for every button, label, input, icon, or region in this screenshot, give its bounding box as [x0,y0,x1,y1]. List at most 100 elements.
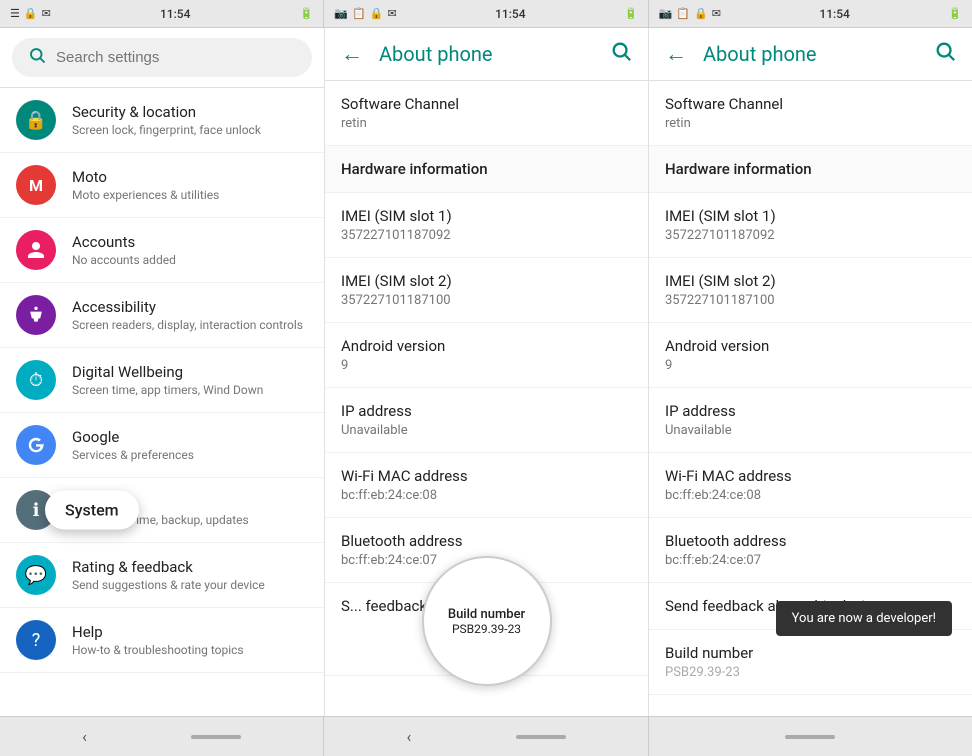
google-icon [16,425,56,465]
back-button-right[interactable]: ← [665,41,687,67]
accessibility-text: Accessibility Screen readers, display, i… [72,298,308,332]
settings-item-moto[interactable]: M Moto Moto experiences & utilities [0,153,324,218]
about-item-imei1-mid[interactable]: IMEI (SIM slot 1) 357227101187092 [325,193,648,258]
wifi-value-mid: bc:ff:eb:24:ce:08 [341,488,632,503]
about-item-imei2-right[interactable]: IMEI (SIM slot 2) 357227101187100 [649,258,972,323]
settings-item-security[interactable]: 🔒 Security & location Screen lock, finge… [0,88,324,153]
security-title: Security & location [72,103,308,121]
about-item-wifi-mid[interactable]: Wi-Fi MAC address bc:ff:eb:24:ce:08 [325,453,648,518]
nav-pill-right [785,735,835,739]
settings-list: 🔒 Security & location Screen lock, finge… [0,88,324,716]
about-item-build-right[interactable]: Build number PSB29.39-23 [649,630,972,695]
clip-icon-r: 📋 [676,7,690,20]
status-icons-right: 📷 📋 🔒 ✉ [659,7,721,20]
about-panel-right: ← About phone Software Channel retin Har… [649,28,972,716]
settings-item-digital-wellbeing[interactable]: ⏱ Digital Wellbeing Screen time, app tim… [0,348,324,413]
nav-back-mid[interactable]: ‹ [406,727,411,746]
digital-wellbeing-text: Digital Wellbeing Screen time, app timer… [72,363,308,397]
about-item-imei2-mid[interactable]: IMEI (SIM slot 2) 357227101187100 [325,258,648,323]
moto-icon: M [16,165,56,205]
rating-subtitle: Send suggestions & rate your device [72,578,308,592]
status-bar-mid: 📷 📋 🔒 ✉ 11:54 🔋 [324,7,647,21]
developer-toast: You are now a developer! [776,601,952,636]
search-input[interactable] [56,49,296,66]
hardware-info-header-right: Hardware information [649,146,972,193]
rating-title: Rating & feedback [72,558,308,576]
about-item-imei1-right[interactable]: IMEI (SIM slot 1) 357227101187092 [649,193,972,258]
settings-item-help[interactable]: ? Help How-to & troubleshooting topics [0,608,324,673]
moto-text: Moto Moto experiences & utilities [72,168,308,202]
build-value-right: PSB29.39-23 [665,665,956,680]
security-icon: 🔒 [16,100,56,140]
software-channel-title-right: Software Channel [665,95,956,113]
status-icons-left: ☰ 🔒 ✉ [10,7,51,20]
rating-icon: 💬 [16,555,56,595]
imei1-title-right: IMEI (SIM slot 1) [665,207,956,225]
help-subtitle: How-to & troubleshooting topics [72,643,308,657]
cam-icon-r: 📷 [659,7,673,20]
software-channel-subtitle-mid: retin [341,116,632,131]
accounts-title: Accounts [72,233,308,251]
search-bar [0,28,324,88]
msg-icon-r: ✉ [712,7,721,20]
time-mid: 11:54 [495,7,525,21]
google-text: Google Services & preferences [72,428,308,462]
moto-title: Moto [72,168,308,186]
about-item-android-mid[interactable]: Android version 9 [325,323,648,388]
settings-item-system[interactable]: ℹ System Languages, ime, backup, updates… [0,478,324,543]
about-item-software-channel-right[interactable]: Software Channel retin [649,81,972,146]
help-title: Help [72,623,308,641]
notif-icon: ☰ [10,7,20,20]
google-title: Google [72,428,308,446]
ip-title-mid: IP address [341,402,632,420]
imei2-value-mid: 357227101187100 [341,293,632,308]
msg-icon-mid: ✉ [387,7,396,20]
toast-message: You are now a developer! [792,611,936,626]
imei2-title-mid: IMEI (SIM slot 2) [341,272,632,290]
digital-wellbeing-icon: ⏱ [16,360,56,400]
status-bar-right: 📷 📋 🔒 ✉ 11:54 🔋 [649,7,972,21]
nav-back-left[interactable]: ‹ [82,727,87,746]
ip-value-mid: Unavailable [341,423,632,438]
about-item-android-right[interactable]: Android version 9 [649,323,972,388]
settings-item-accessibility[interactable]: Accessibility Screen readers, display, i… [0,283,324,348]
status-bar-left: ☰ 🔒 ✉ 11:54 🔋 [0,7,323,21]
about-panel-mid: ← About phone Software Channel retin Har… [325,28,649,716]
accessibility-icon [16,295,56,335]
about-item-software-channel-mid[interactable]: Software Channel retin [325,81,648,146]
bt-value-right: bc:ff:eb:24:ce:07 [665,553,956,568]
system-tooltip-label: System [65,501,119,520]
about-header-mid: ← About phone [325,28,648,81]
cam-icon: 📷 [334,7,348,20]
search-button-mid[interactable] [610,40,632,68]
settings-item-rating[interactable]: 💬 Rating & feedback Send suggestions & r… [0,543,324,608]
clip-icon: 📋 [352,7,366,20]
about-item-wifi-right[interactable]: Wi-Fi MAC address bc:ff:eb:24:ce:08 [649,453,972,518]
about-header-right: ← About phone [649,28,972,81]
imei2-value-right: 357227101187100 [665,293,956,308]
search-icon [28,46,46,69]
main-content: 🔒 Security & location Screen lock, finge… [0,28,972,716]
accounts-subtitle: No accounts added [72,253,308,267]
about-title-right: About phone [703,42,918,66]
about-item-ip-right[interactable]: IP address Unavailable [649,388,972,453]
about-item-ip-mid[interactable]: IP address Unavailable [325,388,648,453]
search-button-right[interactable] [934,40,956,68]
help-text: Help How-to & troubleshooting topics [72,623,308,657]
system-tooltip-bubble: System [45,491,139,530]
search-input-wrapper[interactable] [12,38,312,77]
accessibility-subtitle: Screen readers, display, interaction con… [72,318,308,332]
imei2-title-right: IMEI (SIM slot 2) [665,272,956,290]
lock-icon-mid: 🔒 [370,7,384,20]
nav-section-mid: ‹ [324,727,647,746]
settings-item-accounts[interactable]: Accounts No accounts added [0,218,324,283]
time-right: 11:54 [819,7,849,21]
nav-section-right [649,735,972,739]
back-button-mid[interactable]: ← [341,41,363,67]
settings-item-google[interactable]: Google Services & preferences [0,413,324,478]
ip-title-right: IP address [665,402,956,420]
digital-wellbeing-subtitle: Screen time, app timers, Wind Down [72,383,308,397]
about-item-bt-right[interactable]: Bluetooth address bc:ff:eb:24:ce:07 [649,518,972,583]
wifi-value-right: bc:ff:eb:24:ce:08 [665,488,956,503]
accounts-text: Accounts No accounts added [72,233,308,267]
